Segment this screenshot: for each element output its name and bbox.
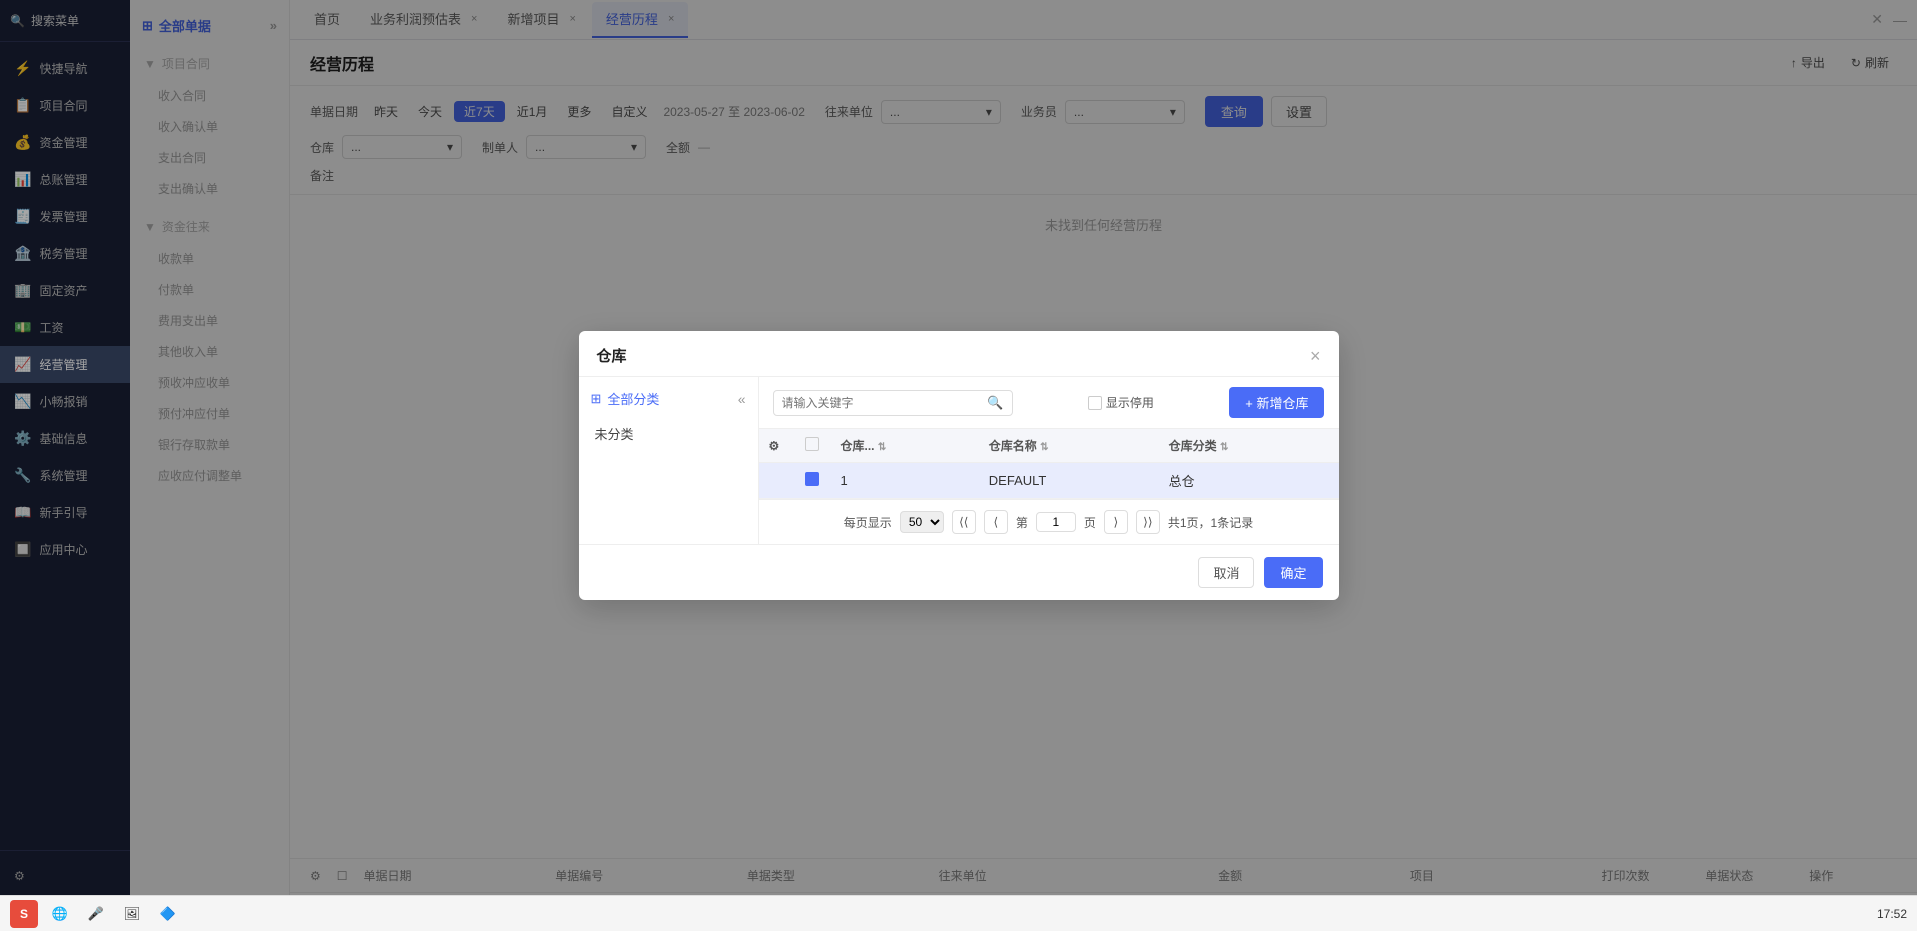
row-checkbox: [795, 463, 831, 499]
dialog-left-toggle[interactable]: «: [738, 391, 746, 407]
row-id: 1: [831, 463, 979, 499]
pagination-per-page-label: 每页显示: [844, 514, 892, 531]
row-settings: [759, 463, 795, 499]
pagination-page-label: 页: [1084, 514, 1096, 531]
dialog-close-button[interactable]: ×: [1310, 347, 1321, 365]
dialog-table: ⚙ 仓库... ⇅ 仓库名称: [759, 429, 1339, 499]
sort-icon-name: ⇅: [1040, 442, 1048, 453]
pagination-last-btn[interactable]: ⟩⟩: [1136, 510, 1160, 534]
table-row[interactable]: 1 DEFAULT 总仓: [759, 463, 1339, 499]
th-code[interactable]: 仓库... ⇅: [831, 429, 979, 463]
show-disabled-label: 显示停用: [1106, 394, 1154, 411]
th-name[interactable]: 仓库名称 ⇅: [979, 429, 1159, 463]
show-disabled-group: 显示停用: [1088, 394, 1154, 411]
dialog-search-icon: 🔍: [987, 395, 1003, 411]
row-checkbox-input[interactable]: [805, 472, 819, 486]
row-name: 总仓: [1159, 463, 1339, 499]
pagination-per-page-select[interactable]: 50: [900, 511, 944, 533]
th-settings: ⚙: [759, 429, 795, 463]
sort-icon-code: ⇅: [878, 442, 886, 453]
taskbar-app-icon[interactable]: S: [10, 900, 38, 928]
dialog-header: 仓库 ×: [579, 331, 1339, 377]
dialog-title: 仓库: [597, 345, 627, 366]
confirm-button[interactable]: 确定: [1264, 557, 1322, 588]
add-warehouse-button[interactable]: + 新增仓库: [1229, 387, 1324, 418]
dialog-pagination: 每页显示 50 ⟨⟨ ⟨ 第 页 ⟩ ⟩⟩ 共1页，1条记录: [759, 499, 1339, 544]
dialog-search-box[interactable]: 🔍: [773, 390, 1013, 416]
modal-overlay: 仓库 × ⊞ 全部分类 « 未分类: [0, 0, 1917, 931]
taskbar-icon-3[interactable]: 🖼: [118, 900, 146, 928]
pagination-first-btn[interactable]: ⟨⟨: [952, 510, 976, 534]
row-code: DEFAULT: [979, 463, 1159, 499]
dialog-left-scroll: 未分类: [579, 416, 758, 532]
dialog-right-panel: 🔍 显示停用 + 新增仓库 ⚙: [759, 377, 1339, 544]
show-disabled-checkbox[interactable]: [1088, 396, 1102, 410]
dialog-body: ⊞ 全部分类 « 未分类 🔍: [579, 377, 1339, 544]
th-checkbox: [795, 429, 831, 463]
dialog-category-unclassified[interactable]: 未分类: [579, 416, 758, 451]
pagination-page-input[interactable]: [1036, 512, 1076, 532]
pagination-jump-label: 第: [1016, 514, 1028, 531]
taskbar-right: 17:52: [1877, 907, 1907, 921]
taskbar-icon-4[interactable]: 🔷: [154, 900, 182, 928]
pagination-next-btn[interactable]: ⟩: [1104, 510, 1128, 534]
hash-icon: ⊞: [591, 391, 602, 407]
dialog-table-scroll: ⚙ 仓库... ⇅ 仓库名称: [759, 429, 1339, 499]
taskbar-left: S 🌐 🎤 🖼 🔷: [10, 900, 182, 928]
dialog-left-header: ⊞ 全部分类 «: [579, 389, 758, 416]
dialog-search-input[interactable]: [782, 396, 982, 410]
dialog-all-categories[interactable]: 全部分类: [607, 389, 659, 408]
taskbar-icon-1[interactable]: 🌐: [46, 900, 74, 928]
taskbar-icon-2[interactable]: 🎤: [82, 900, 110, 928]
gear-icon: ⚙: [769, 439, 780, 453]
warehouse-dialog: 仓库 × ⊞ 全部分类 « 未分类: [579, 331, 1339, 600]
cancel-button[interactable]: 取消: [1198, 557, 1254, 588]
th-category[interactable]: 仓库分类 ⇅: [1159, 429, 1339, 463]
dialog-left-panel: ⊞ 全部分类 « 未分类: [579, 377, 759, 544]
taskbar: S 🌐 🎤 🖼 🔷 17:52: [0, 895, 1917, 931]
pagination-total: 共1页，1条记录: [1168, 514, 1253, 531]
taskbar-time: 17:52: [1877, 907, 1907, 921]
sort-icon-category: ⇅: [1220, 442, 1228, 453]
dialog-footer: 取消 确定: [579, 544, 1339, 600]
header-checkbox[interactable]: [805, 437, 819, 451]
dialog-toolbar: 🔍 显示停用 + 新增仓库: [759, 377, 1339, 429]
pagination-prev-btn[interactable]: ⟨: [984, 510, 1008, 534]
